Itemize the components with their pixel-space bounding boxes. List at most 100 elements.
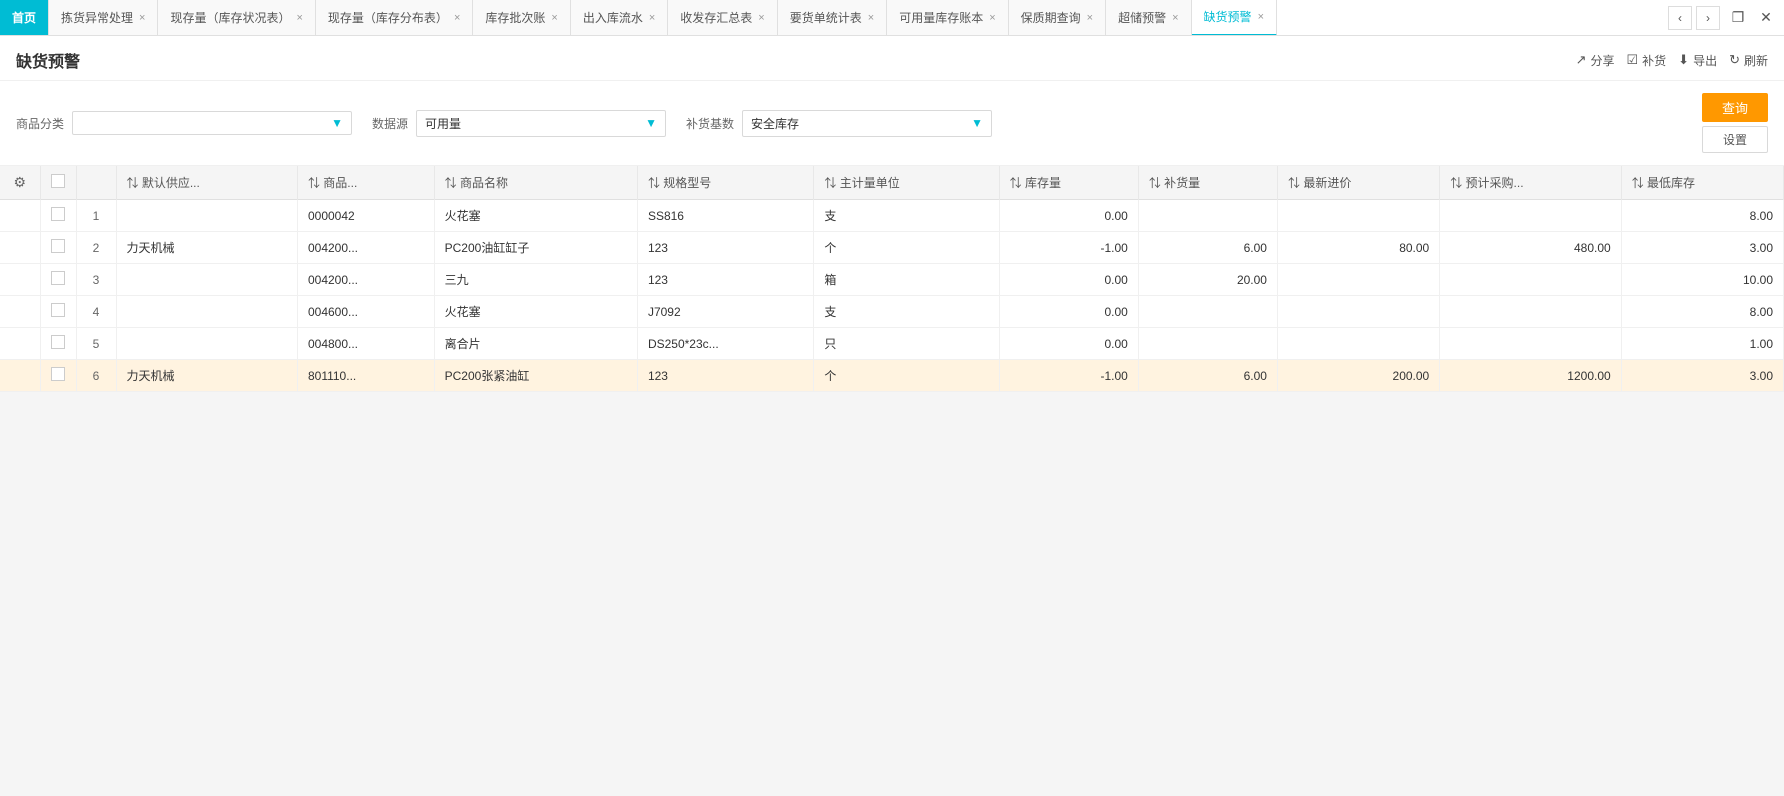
row-checkbox[interactable] — [51, 367, 65, 381]
tab-scroll-left[interactable]: ‹ — [1668, 6, 1692, 30]
tab-label-batch-account: 库存批次账 — [485, 9, 545, 26]
row-supplier — [116, 328, 297, 360]
row-checkbox-cell — [40, 360, 76, 392]
window-restore-btn[interactable]: ❐ — [1726, 6, 1750, 30]
query-button[interactable]: 查询 — [1702, 93, 1768, 122]
row-product-code: 004200... — [297, 232, 434, 264]
settings-button[interactable]: 设置 — [1702, 126, 1768, 153]
replenish-button[interactable]: ☑ 补货 — [1626, 52, 1666, 69]
col-est-purchase-header[interactable]: ⇅ 预计采购... — [1440, 166, 1621, 200]
row-latest-price — [1277, 200, 1439, 232]
row-settings-cell — [0, 200, 40, 232]
tab-scroll-right[interactable]: › — [1696, 6, 1720, 30]
row-index: 4 — [76, 296, 116, 328]
row-settings-cell — [0, 264, 40, 296]
col-stock-header[interactable]: ⇅ 库存量 — [999, 166, 1138, 200]
row-checkbox-cell — [40, 232, 76, 264]
tab-close-shortage-warning[interactable]: × — [1258, 11, 1264, 23]
tab-label-collect-summary: 收发存汇总表 — [680, 9, 752, 26]
col-unit-header[interactable]: ⇅ 主计量单位 — [814, 166, 999, 200]
filter-area: 商品分类 ▼ 数据源 可用量 ▼ 补货基数 安全库存 ▼ 查询 设置 — [0, 81, 1784, 166]
tab-shortage-warning[interactable]: 缺货预警× — [1192, 0, 1277, 36]
row-product-name: PC200张紧油缸 — [434, 360, 637, 392]
tab-available-ledger[interactable]: 可用量库存账本× — [887, 0, 1008, 36]
tab-overstock-warning[interactable]: 超储预警× — [1106, 0, 1191, 36]
tab-close-demand-stat[interactable]: × — [868, 12, 874, 24]
share-label: 分享 — [1590, 52, 1614, 69]
row-latest-price — [1277, 328, 1439, 360]
col-min-stock-header[interactable]: ⇅ 最低库存 — [1621, 166, 1783, 200]
row-spec: 123 — [637, 232, 813, 264]
col-replenish-label: ⇅ 补货量 — [1149, 176, 1200, 190]
col-index-header — [76, 166, 116, 200]
tab-demand-stat[interactable]: 要货单统计表× — [778, 0, 887, 36]
row-settings-cell — [0, 328, 40, 360]
row-checkbox-cell — [40, 328, 76, 360]
col-name-header[interactable]: ⇅ 商品名称 — [434, 166, 637, 200]
col-spec-label: ⇅ 规格型号 — [648, 176, 711, 190]
replenish-base-select[interactable]: 安全库存 ▼ — [742, 110, 992, 137]
datasource-select[interactable]: 可用量 ▼ — [416, 110, 666, 137]
tab-close-batch-account[interactable]: × — [551, 12, 557, 24]
share-button[interactable]: ↗ 分享 — [1576, 52, 1615, 69]
refresh-button[interactable]: ↻ 刷新 — [1729, 52, 1768, 69]
row-checkbox[interactable] — [51, 239, 65, 253]
row-latest-price: 200.00 — [1277, 360, 1439, 392]
col-checkbox-header[interactable] — [40, 166, 76, 200]
row-estimated-purchase: 1200.00 — [1440, 360, 1621, 392]
tab-inventory-status[interactable]: 现存量（库存状况表） × — [158, 0, 315, 36]
header-actions: ↗ 分享 ☑ 补货 ⬇ 导出 ↻ 刷新 — [1576, 52, 1768, 69]
col-spec-header[interactable]: ⇅ 规格型号 — [637, 166, 813, 200]
row-replenish-qty: 6.00 — [1138, 360, 1277, 392]
row-product-name: 火花塞 — [434, 200, 637, 232]
tab-close-abnormal[interactable]: × — [139, 12, 145, 24]
row-checkbox[interactable] — [51, 207, 65, 221]
datasource-label: 数据源 — [372, 115, 408, 132]
row-index: 1 — [76, 200, 116, 232]
refresh-label: 刷新 — [1744, 52, 1768, 69]
gear-icon[interactable]: ⚙ — [13, 174, 26, 190]
window-close-btn[interactable]: ✕ — [1754, 6, 1778, 30]
col-replenish-header[interactable]: ⇅ 补货量 — [1138, 166, 1277, 200]
row-product-name: 三九 — [434, 264, 637, 296]
replenish-base-arrow-icon: ▼ — [971, 116, 983, 130]
col-supplier-header[interactable]: ⇅ 默认供应... — [116, 166, 297, 200]
table-row: 10000042火花塞SS816支0.008.00 — [0, 200, 1784, 232]
row-checkbox[interactable] — [51, 271, 65, 285]
col-code-header[interactable]: ⇅ 商品... — [297, 166, 434, 200]
col-settings[interactable]: ⚙ — [0, 166, 40, 200]
row-product-code: 801110... — [297, 360, 434, 392]
export-button[interactable]: ⬇ 导出 — [1678, 52, 1717, 69]
tab-close-expiry-query[interactable]: × — [1087, 12, 1093, 24]
tab-close-available-ledger[interactable]: × — [989, 12, 995, 24]
tab-close-inout-flow[interactable]: × — [649, 12, 655, 24]
select-all-checkbox[interactable] — [51, 174, 65, 188]
col-stock-label: ⇅ 库存量 — [1010, 176, 1061, 190]
tab-home[interactable]: 首页 — [0, 0, 49, 36]
datasource-filter-group: 数据源 可用量 ▼ — [372, 110, 666, 137]
row-product-code: 004600... — [297, 296, 434, 328]
tab-abnormal[interactable]: 拣货异常处理× — [49, 0, 158, 36]
tab-close-inventory-dist[interactable]: × — [454, 12, 460, 24]
tab-inout-flow[interactable]: 出入库流水 × — [571, 0, 668, 36]
row-stock-qty: 0.00 — [999, 328, 1138, 360]
tab-label-inventory-status: 现存量（库存状况表） — [170, 9, 290, 26]
row-checkbox[interactable] — [51, 303, 65, 317]
tab-batch-account[interactable]: 库存批次账 × — [473, 0, 570, 36]
tab-inventory-dist[interactable]: 现存量（库存分布表）× — [316, 0, 473, 36]
col-name-label: ⇅ 商品名称 — [445, 176, 508, 190]
row-checkbox[interactable] — [51, 335, 65, 349]
row-product-name: PC200油缸缸子 — [434, 232, 637, 264]
row-unit: 只 — [814, 328, 999, 360]
tab-collect-summary[interactable]: 收发存汇总表 × — [668, 0, 777, 36]
tab-close-inventory-status[interactable]: × — [296, 12, 302, 24]
tab-close-collect-summary[interactable]: × — [758, 12, 764, 24]
tab-close-overstock-warning[interactable]: × — [1172, 12, 1178, 24]
tab-label-inout-flow: 出入库流水 — [583, 9, 643, 26]
col-est-purchase-label: ⇅ 预计采购... — [1450, 176, 1523, 190]
tab-expiry-query[interactable]: 保质期查询× — [1009, 0, 1106, 36]
col-price-header[interactable]: ⇅ 最新进价 — [1277, 166, 1439, 200]
category-select[interactable]: ▼ — [72, 111, 352, 135]
col-code-label: ⇅ 商品... — [308, 176, 357, 190]
col-min-stock-label: ⇅ 最低库存 — [1632, 176, 1695, 190]
